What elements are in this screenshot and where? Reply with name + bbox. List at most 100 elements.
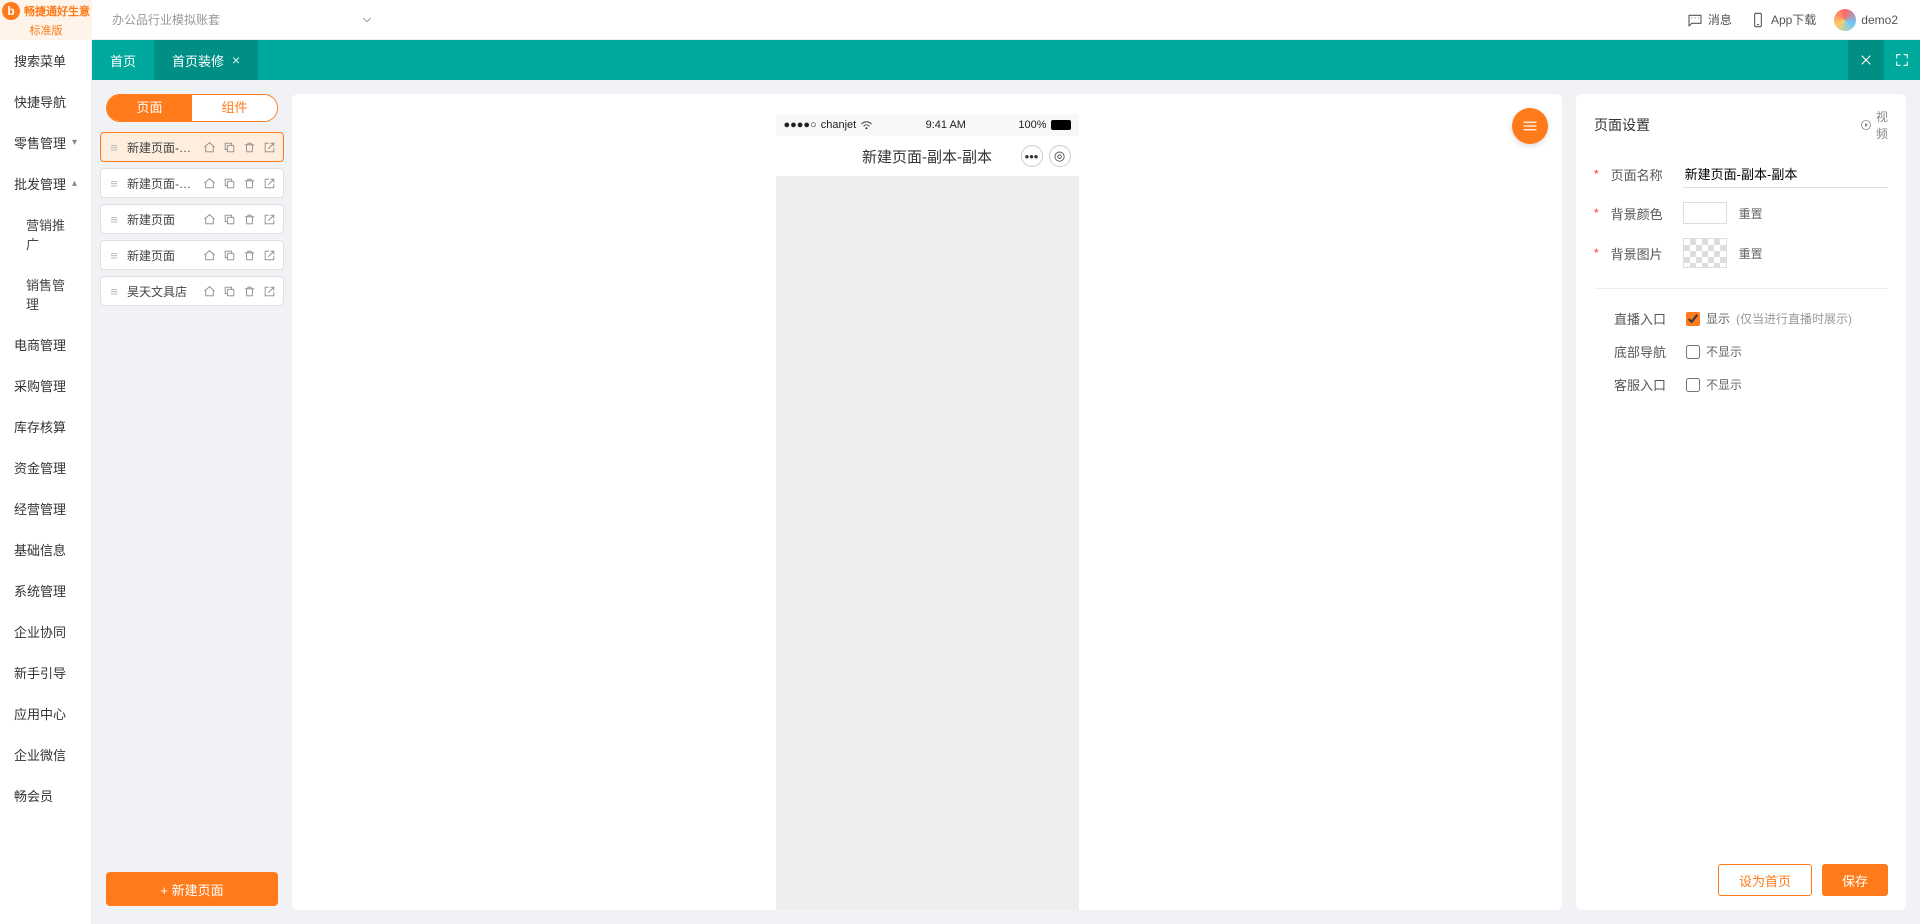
canvas-area: ●●●●○ chanjet 9:41 AM 100% 新建页面-副本-副本 (292, 94, 1562, 910)
messages-button[interactable]: 消息 (1687, 11, 1732, 28)
set-home-button[interactable]: 设为首页 (1718, 864, 1812, 896)
delete-icon[interactable] (241, 283, 257, 299)
phone-title-bar: 新建页面-副本-副本 ••• ◎ (776, 136, 1079, 176)
copy-icon[interactable] (221, 139, 237, 155)
page-item[interactable]: ≡新建页面-副本... (100, 132, 284, 162)
home-icon[interactable] (201, 283, 217, 299)
share-icon[interactable] (261, 211, 277, 227)
home-icon[interactable] (201, 175, 217, 191)
main-sidebar: 搜索菜单 快捷导航 零售管理▾ 批发管理▴ 营销推广 销售管理 电商管理 采购管… (0, 40, 92, 924)
phone-body[interactable] (776, 176, 1079, 910)
bottom-nav-checkbox[interactable] (1686, 345, 1700, 359)
page-item-name: 新建页面-副本 (127, 175, 195, 192)
sidebar-item-inventory[interactable]: 库存核算 (0, 406, 91, 447)
account-selector[interactable]: 办公品行业模拟账套 (112, 11, 374, 28)
share-icon[interactable] (261, 247, 277, 263)
page-item[interactable]: ≡新建页面 (100, 240, 284, 270)
bg-image-picker[interactable] (1683, 238, 1727, 268)
delete-icon[interactable] (241, 139, 257, 155)
save-button[interactable]: 保存 (1822, 864, 1888, 896)
sidebar-item-retail[interactable]: 零售管理▾ (0, 122, 91, 163)
page-item[interactable]: ≡ 新建页面-副本 (100, 168, 284, 198)
sidebar-item-collab[interactable]: 企业协同 (0, 611, 91, 652)
close-icon[interactable]: × (232, 52, 240, 68)
video-help-link[interactable]: 视频 (1860, 108, 1888, 142)
live-label: 直播入口 (1614, 309, 1674, 328)
copy-icon[interactable] (221, 211, 237, 227)
sidebar-item-appcenter[interactable]: 应用中心 (0, 693, 91, 734)
sidebar-item-member[interactable]: 畅会员 (0, 775, 91, 816)
tab-home[interactable]: 首页 (92, 40, 154, 80)
brand-logo-icon: b (2, 2, 20, 20)
caret-up-icon: ▴ (72, 178, 77, 189)
bg-image-label: 背景图片 (1611, 244, 1671, 263)
home-icon[interactable] (201, 247, 217, 263)
caret-down-icon: ▾ (72, 137, 77, 148)
service-checkbox[interactable] (1686, 378, 1700, 392)
close-all-tabs-button[interactable] (1848, 40, 1884, 80)
bg-image-reset[interactable]: 重置 (1739, 245, 1763, 262)
sidebar-item-marketing[interactable]: 营销推广 (0, 204, 91, 264)
bg-color-label: 背景颜色 (1611, 204, 1671, 223)
sidebar-item-basic[interactable]: 基础信息 (0, 529, 91, 570)
field-live-entry: 直播入口 显示 (仅当进行直播时展示) (1594, 309, 1888, 328)
home-icon[interactable] (201, 211, 217, 227)
fullscreen-button[interactable] (1884, 40, 1920, 80)
live-show-text: 显示 (1706, 310, 1730, 327)
field-page-name: * 页面名称 (1594, 160, 1888, 188)
sidebar-item-funds[interactable]: 资金管理 (0, 447, 91, 488)
account-selector-label: 办公品行业模拟账套 (112, 11, 220, 28)
page-item[interactable]: ≡新建页面 (100, 204, 284, 234)
bg-color-swatch[interactable] (1683, 202, 1727, 224)
segment-components[interactable]: 组件 (192, 95, 277, 121)
wifi-icon (860, 119, 873, 132)
new-page-button[interactable]: + 新建页面 (106, 872, 278, 906)
miniapp-target-icon[interactable]: ◎ (1049, 145, 1071, 167)
phone-page-title: 新建页面-副本-副本 (862, 146, 992, 167)
sidebar-item-wholesale[interactable]: 批发管理▴ (0, 163, 91, 204)
user-menu[interactable]: demo2 (1834, 9, 1898, 31)
sidebar-item-purchase[interactable]: 采购管理 (0, 365, 91, 406)
sidebar-item-ecommerce[interactable]: 电商管理 (0, 324, 91, 365)
drag-handle-icon[interactable]: ≡ (107, 140, 121, 155)
drag-handle-icon[interactable]: ≡ (107, 248, 121, 263)
battery-icon (1051, 120, 1071, 130)
home-icon[interactable] (201, 139, 217, 155)
delete-icon[interactable] (241, 211, 257, 227)
canvas-menu-fab[interactable] (1512, 108, 1548, 144)
brand-edition: 标准版 (30, 22, 63, 38)
sidebar-item-guide[interactable]: 新手引导 (0, 652, 91, 693)
page-item[interactable]: ≡ 昊天文具店 (100, 276, 284, 306)
delete-icon[interactable] (241, 247, 257, 263)
service-text: 不显示 (1706, 376, 1742, 393)
field-bg-image: * 背景图片 重置 (1594, 238, 1888, 268)
live-show-checkbox[interactable] (1686, 312, 1700, 326)
share-icon[interactable] (261, 175, 277, 191)
app-download-button[interactable]: App下载 (1750, 11, 1816, 28)
page-name-input[interactable] (1683, 160, 1888, 188)
page-item-name: 昊天文具店 (127, 283, 195, 300)
miniapp-more-icon[interactable]: ••• (1021, 145, 1043, 167)
sidebar-item-search[interactable]: 搜索菜单 (0, 40, 91, 81)
sidebar-item-system[interactable]: 系统管理 (0, 570, 91, 611)
copy-icon[interactable] (221, 175, 237, 191)
field-service-entry: 客服入口 不显示 (1594, 375, 1888, 394)
copy-icon[interactable] (221, 247, 237, 263)
copy-icon[interactable] (221, 283, 237, 299)
drag-handle-icon[interactable]: ≡ (107, 284, 121, 299)
drag-handle-icon[interactable]: ≡ (107, 212, 121, 227)
delete-icon[interactable] (241, 175, 257, 191)
bottom-nav-label: 底部导航 (1614, 342, 1674, 361)
sidebar-item-wechat[interactable]: 企业微信 (0, 734, 91, 775)
bg-color-reset[interactable]: 重置 (1739, 205, 1763, 222)
drag-handle-icon[interactable]: ≡ (107, 176, 121, 191)
tab-decorate[interactable]: 首页装修 × (154, 40, 258, 80)
sidebar-item-quicknav[interactable]: 快捷导航 (0, 81, 91, 122)
bottom-nav-text: 不显示 (1706, 343, 1742, 360)
share-icon[interactable] (261, 139, 277, 155)
sidebar-item-sales[interactable]: 销售管理 (0, 264, 91, 324)
share-icon[interactable] (261, 283, 277, 299)
sidebar-item-operation[interactable]: 经营管理 (0, 488, 91, 529)
page-name-label: 页面名称 (1611, 165, 1671, 184)
segment-pages[interactable]: 页面 (107, 95, 192, 121)
